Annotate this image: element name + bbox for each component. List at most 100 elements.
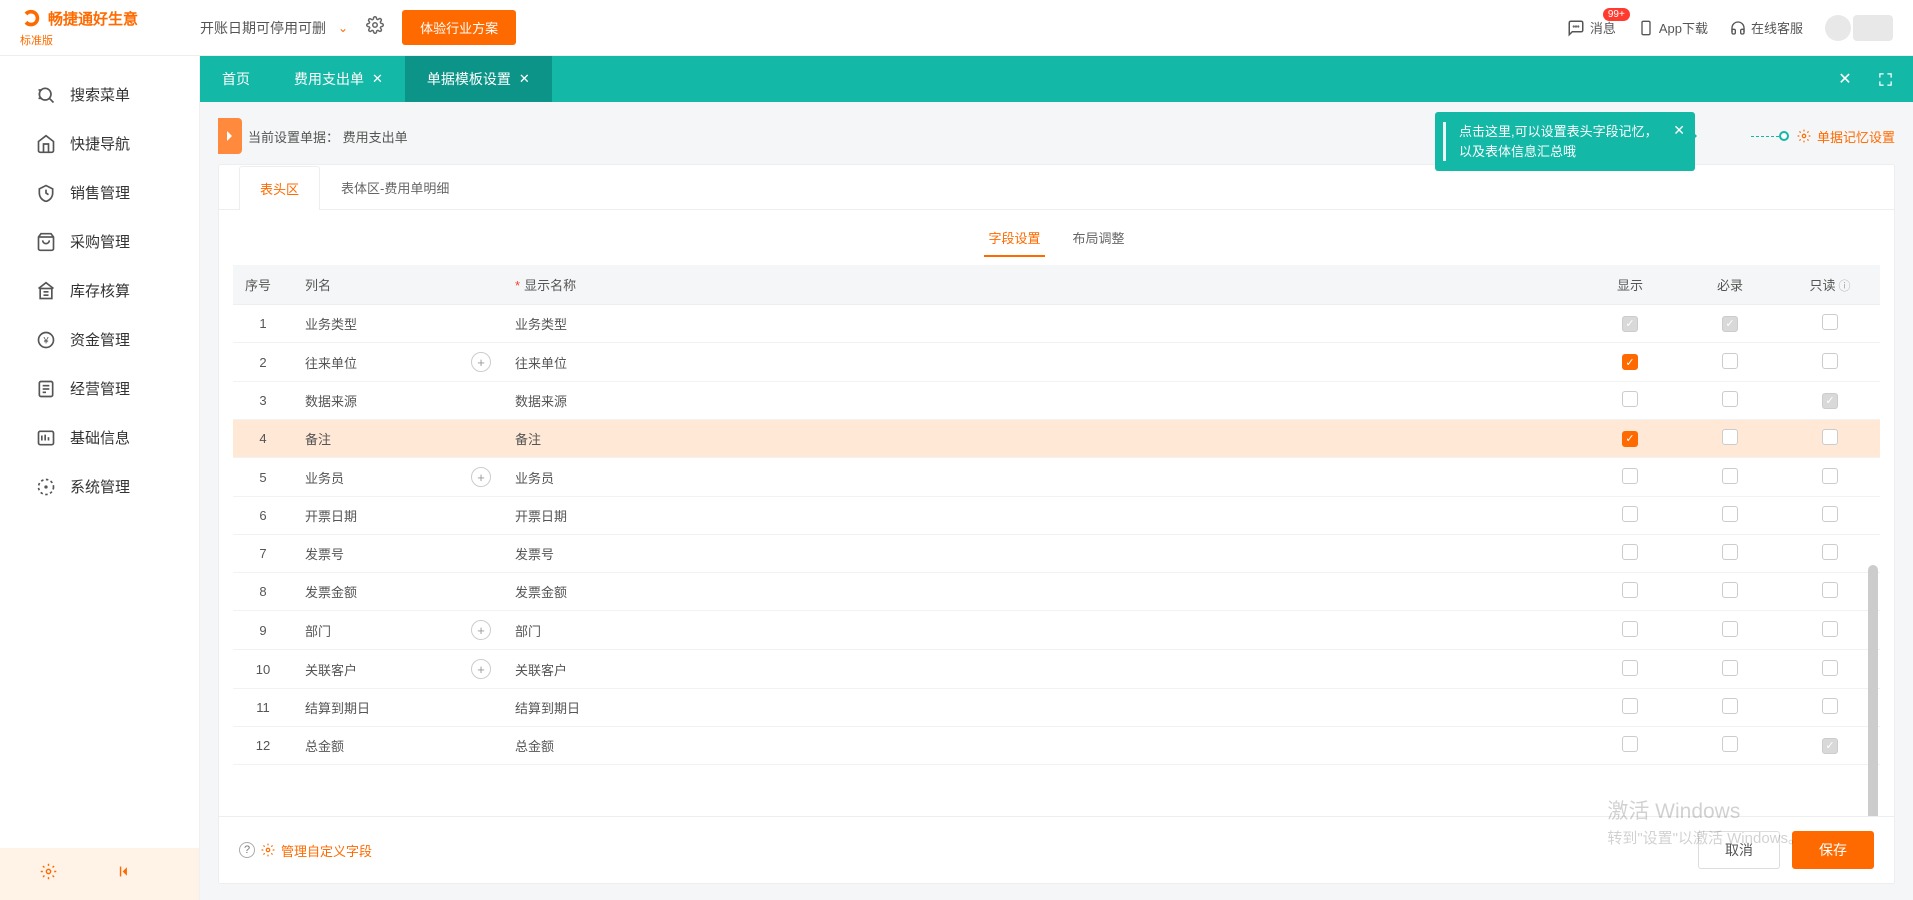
checkbox[interactable]: [1722, 506, 1738, 522]
sidebar-item-6[interactable]: 经营管理: [0, 364, 199, 413]
checkbox[interactable]: [1822, 698, 1838, 714]
tab-2[interactable]: 单据模板设置✕: [405, 56, 552, 102]
sidebar-item-0[interactable]: 搜索菜单: [0, 70, 199, 119]
table-row[interactable]: 6开票日期开票日期: [233, 497, 1880, 535]
settings-icon[interactable]: [366, 16, 384, 39]
checkbox[interactable]: [1722, 621, 1738, 637]
tab-close-all-icon[interactable]: ✕: [1827, 56, 1863, 102]
checkbox[interactable]: [1822, 353, 1838, 369]
area-tab-0[interactable]: 表头区: [239, 166, 320, 210]
checkbox[interactable]: [1722, 468, 1738, 484]
table-row[interactable]: 9部门+部门: [233, 611, 1880, 650]
memory-settings-link[interactable]: 单据记忆设置: [1797, 127, 1895, 146]
checkbox[interactable]: ✓: [1822, 393, 1838, 409]
table-row[interactable]: 5业务员+业务员: [233, 458, 1880, 497]
info-icon[interactable]: ⓘ: [1839, 279, 1851, 293]
checkbox[interactable]: [1822, 429, 1838, 445]
tab-close-icon[interactable]: ✕: [519, 71, 530, 87]
cell-display[interactable]: 结算到期日: [503, 689, 1580, 727]
checkbox[interactable]: [1622, 736, 1638, 752]
checkbox[interactable]: [1722, 736, 1738, 752]
tab-1[interactable]: 费用支出单✕: [272, 56, 405, 102]
sidebar-item-4[interactable]: 库存核算: [0, 266, 199, 315]
area-tab-1[interactable]: 表体区-费用单明细: [320, 165, 470, 209]
table-row[interactable]: 2往来单位+往来单位✓: [233, 343, 1880, 382]
sidebar-item-3[interactable]: 采购管理: [0, 217, 199, 266]
tab-0[interactable]: 首页: [200, 56, 272, 102]
online-service-link[interactable]: 在线客服: [1730, 18, 1803, 37]
table-row[interactable]: 12总金额总金额✓: [233, 727, 1880, 765]
table-row[interactable]: 1业务类型业务类型✓✓: [233, 305, 1880, 343]
cell-display[interactable]: 部门: [503, 611, 1580, 650]
sidebar-settings-icon[interactable]: [40, 863, 57, 885]
cta-button[interactable]: 体验行业方案: [402, 10, 516, 45]
checkbox[interactable]: [1622, 391, 1638, 407]
cell-display[interactable]: 备注: [503, 420, 1580, 458]
avatar-group[interactable]: [1825, 15, 1893, 41]
checkbox[interactable]: [1722, 353, 1738, 369]
checkbox[interactable]: [1622, 660, 1638, 676]
checkbox[interactable]: [1822, 468, 1838, 484]
checkbox[interactable]: [1822, 621, 1838, 637]
cancel-button[interactable]: 取消: [1698, 831, 1780, 869]
cell-display[interactable]: 总金额: [503, 727, 1580, 765]
save-button[interactable]: 保存: [1792, 831, 1874, 869]
scrollbar[interactable]: [1868, 565, 1878, 816]
cell-display[interactable]: 关联客户: [503, 650, 1580, 689]
tab-close-icon[interactable]: ✕: [372, 71, 383, 87]
sidebar-item-2[interactable]: 销售管理: [0, 168, 199, 217]
account-selector[interactable]: 开账日期可停用可删 ⌄: [200, 18, 348, 38]
add-icon[interactable]: +: [471, 467, 491, 487]
checkbox[interactable]: [1722, 698, 1738, 714]
cell-display[interactable]: 开票日期: [503, 497, 1580, 535]
add-icon[interactable]: +: [471, 659, 491, 679]
expand-handle[interactable]: [218, 118, 242, 154]
table-row[interactable]: 3数据来源数据来源✓: [233, 382, 1880, 420]
table-row[interactable]: 11结算到期日结算到期日: [233, 689, 1880, 727]
cell-display[interactable]: 发票金额: [503, 573, 1580, 611]
checkbox[interactable]: [1722, 582, 1738, 598]
checkbox[interactable]: [1722, 544, 1738, 560]
fullscreen-icon[interactable]: [1867, 56, 1903, 102]
sidebar-item-5[interactable]: ¥资金管理: [0, 315, 199, 364]
cell-display[interactable]: 业务类型: [503, 305, 1580, 343]
hint-close-icon[interactable]: ✕: [1673, 120, 1685, 141]
sidebar-item-8[interactable]: 系统管理: [0, 462, 199, 511]
manage-custom-fields-link[interactable]: ? 管理自定义字段: [239, 841, 372, 860]
checkbox[interactable]: [1622, 506, 1638, 522]
table-row[interactable]: 7发票号发票号: [233, 535, 1880, 573]
checkbox[interactable]: ✓: [1722, 316, 1738, 332]
checkbox[interactable]: [1822, 582, 1838, 598]
checkbox[interactable]: [1722, 660, 1738, 676]
cell-display[interactable]: 业务员: [503, 458, 1580, 497]
checkbox[interactable]: ✓: [1622, 316, 1638, 332]
table-row[interactable]: 10关联客户+关联客户: [233, 650, 1880, 689]
messages-link[interactable]: 消息 99+: [1567, 18, 1616, 37]
app-download-link[interactable]: App下载: [1638, 18, 1708, 37]
sidebar-collapse-icon[interactable]: [117, 863, 134, 885]
table-row[interactable]: 4备注备注✓: [233, 420, 1880, 458]
cell-display[interactable]: 发票号: [503, 535, 1580, 573]
checkbox[interactable]: [1822, 660, 1838, 676]
checkbox[interactable]: ✓: [1822, 738, 1838, 754]
checkbox[interactable]: ✓: [1622, 431, 1638, 447]
inner-tab-0[interactable]: 字段设置: [984, 220, 1044, 257]
cell-display[interactable]: 数据来源: [503, 382, 1580, 420]
sidebar-item-1[interactable]: 快捷导航: [0, 119, 199, 168]
checkbox[interactable]: [1622, 468, 1638, 484]
inner-tab-1[interactable]: 布局调整: [1069, 220, 1129, 257]
checkbox[interactable]: [1722, 391, 1738, 407]
checkbox[interactable]: [1822, 544, 1838, 560]
checkbox[interactable]: [1722, 429, 1738, 445]
checkbox[interactable]: [1622, 698, 1638, 714]
sidebar-item-7[interactable]: 基础信息: [0, 413, 199, 462]
checkbox[interactable]: ✓: [1622, 354, 1638, 370]
checkbox[interactable]: [1622, 544, 1638, 560]
add-icon[interactable]: +: [471, 352, 491, 372]
add-icon[interactable]: +: [471, 620, 491, 640]
checkbox[interactable]: [1822, 314, 1838, 330]
cell-display[interactable]: 往来单位: [503, 343, 1580, 382]
checkbox[interactable]: [1822, 506, 1838, 522]
checkbox[interactable]: [1622, 582, 1638, 598]
checkbox[interactable]: [1622, 621, 1638, 637]
